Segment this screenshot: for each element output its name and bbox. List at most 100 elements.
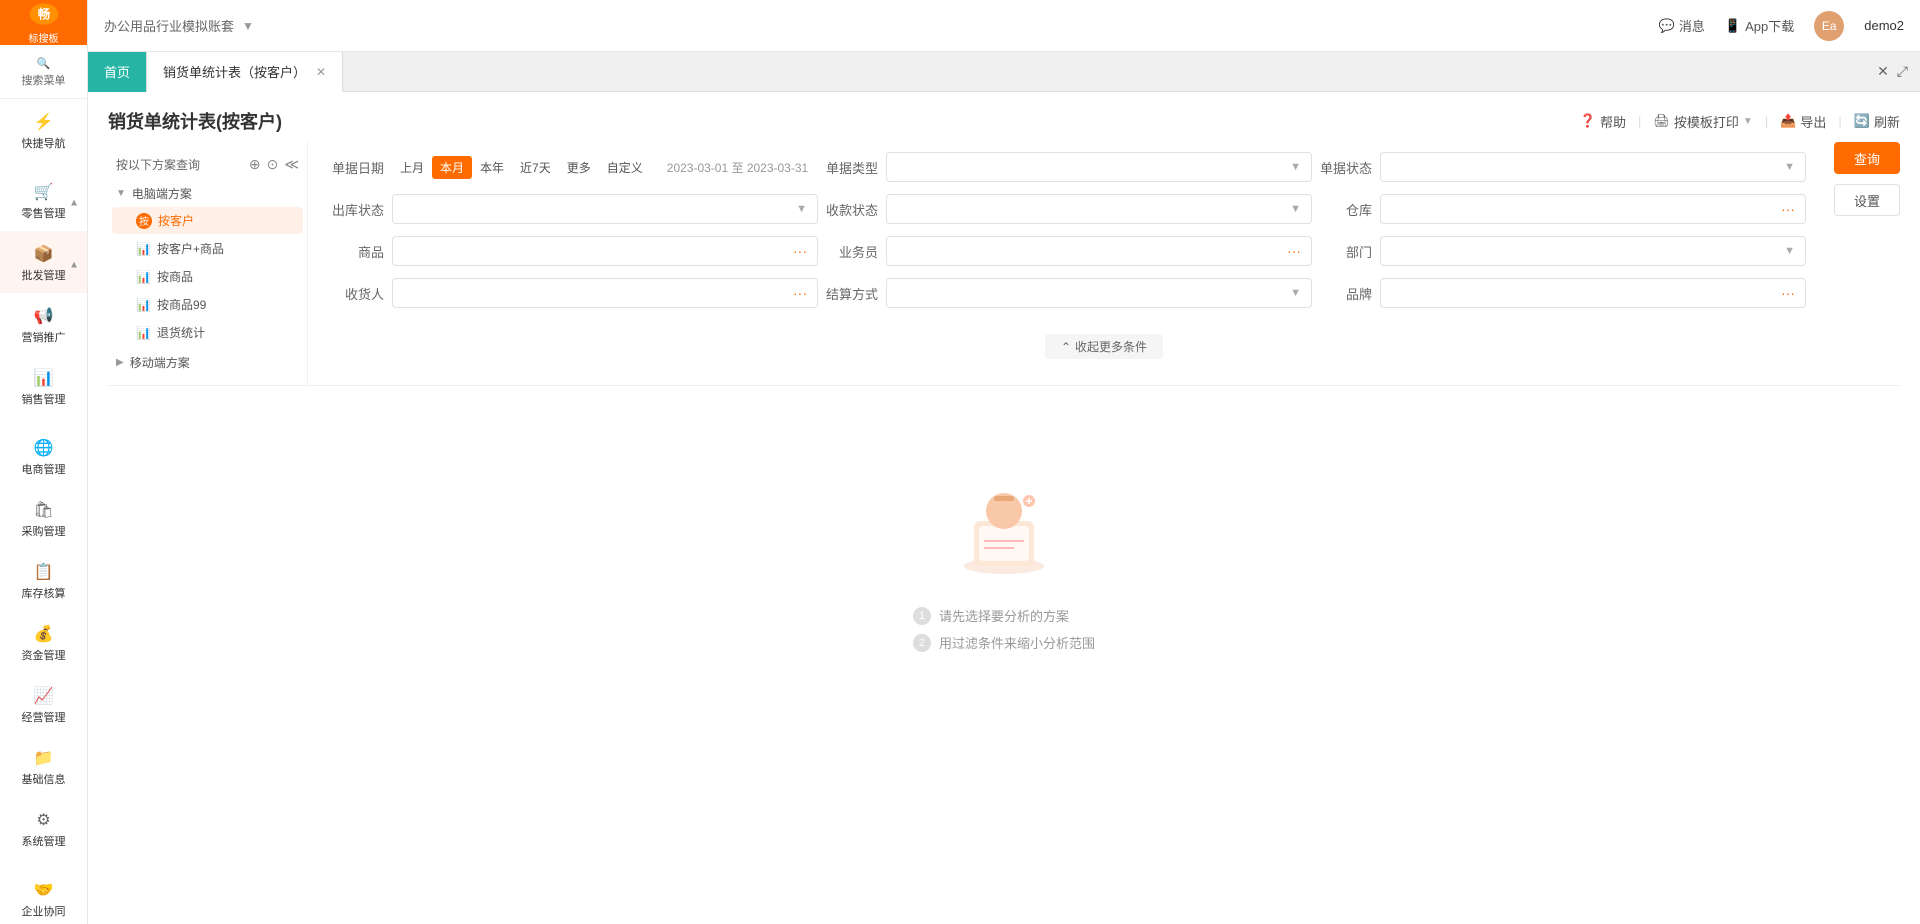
warehouse-wrapper: ···: [1380, 194, 1806, 224]
message-icon: 💬: [1659, 18, 1675, 34]
sidebar-item-enterprise[interactable]: 🤝 企业协同: [0, 867, 87, 924]
app-title: 办公用品行业模拟账套: [104, 16, 234, 35]
scheme-item-return-stats[interactable]: 📊 退货统计: [112, 319, 303, 346]
user-avatar[interactable]: Ea: [1814, 11, 1844, 41]
settlement-select[interactable]: ▼: [886, 278, 1312, 308]
message-btn[interactable]: 💬 消息: [1659, 16, 1705, 35]
close-window-icon[interactable]: ✕: [1877, 63, 1889, 80]
sidebar-item-sales[interactable]: 📊 销售管理: [0, 355, 87, 417]
department-select[interactable]: ▼: [1380, 236, 1806, 266]
header-right: 💬 消息 📱 App下载 Ea demo2: [1659, 11, 1904, 41]
salesperson-dots[interactable]: ···: [1287, 243, 1301, 259]
sidebar-item-retail[interactable]: 🛒 零售管理 ▲: [0, 169, 87, 231]
scheme-item-by-customer[interactable]: 按 按客户: [112, 207, 303, 234]
order-status-label: 单据状态: [1312, 158, 1380, 177]
scheme-item-by-product-99[interactable]: 📊 按商品99: [112, 291, 303, 318]
template-print-label: 按模板打印: [1674, 112, 1739, 131]
collapse-up-icon: ⌃: [1061, 340, 1071, 354]
sidebar: 畅 标搜板 🔍 搜索菜单 ⚡ 快捷导航 🛒 零售管理 ▲ 📦 批发管理 ▲ 📢 …: [0, 0, 88, 924]
payment-status-arrow: ▼: [1290, 203, 1301, 215]
ecommerce-icon: 🌐: [34, 438, 54, 458]
brand-dots[interactable]: ···: [1781, 285, 1795, 301]
tab-sales-stats[interactable]: 销货单统计表（按客户） ✕: [147, 52, 343, 92]
date-btn-more[interactable]: 更多: [559, 156, 599, 179]
warehouse-select[interactable]: ···: [1380, 194, 1806, 224]
brand-wrapper: ···: [1380, 278, 1806, 308]
scheme-settings-icon[interactable]: ⊙: [267, 156, 279, 173]
app-dropdown-icon[interactable]: ▼: [242, 19, 254, 33]
date-btn-this-year[interactable]: 本年: [472, 156, 512, 179]
product-select[interactable]: ···: [392, 236, 818, 266]
sidebar-item-operations[interactable]: 📈 经营管理: [0, 673, 87, 735]
date-btn-last-month[interactable]: 上月: [392, 156, 432, 179]
tab-close-icon[interactable]: ✕: [316, 65, 326, 79]
export-btn[interactable]: 📤 导出: [1780, 112, 1826, 131]
divider-3: |: [1838, 114, 1841, 129]
consignee-wrapper: ···: [392, 278, 818, 308]
date-btn-this-month[interactable]: 本月: [432, 156, 472, 179]
sidebar-item-basic[interactable]: 📁 基础信息: [0, 735, 87, 797]
marketing-icon: 📢: [34, 306, 54, 326]
product-dots[interactable]: ···: [793, 243, 807, 259]
date-btn-7days[interactable]: 近7天: [512, 156, 559, 179]
main-area: 办公用品行业模拟账套 ▼ 💬 消息 📱 App下载 Ea demo2 首页 销货…: [88, 0, 1920, 924]
sidebar-search-item[interactable]: 🔍 搜索菜单: [0, 45, 87, 99]
sidebar-retail-label: 零售管理: [22, 205, 66, 221]
help-btn[interactable]: ❓ 帮助: [1580, 112, 1626, 131]
settlement-wrapper: ▼: [886, 278, 1312, 308]
sidebar-purchase-label: 采购管理: [22, 523, 66, 539]
settings-button[interactable]: 设置: [1834, 184, 1900, 216]
brand-select[interactable]: ···: [1380, 278, 1806, 308]
date-range: 2023-03-01 至 2023-03-31: [667, 159, 808, 176]
sidebar-item-shortcut[interactable]: ⚡ 快捷导航: [0, 99, 87, 161]
scheme-group-mobile-header[interactable]: ▶ 移动端方案: [108, 350, 307, 375]
scheme-item-by-customer-product[interactable]: 📊 按客户+商品: [112, 235, 303, 262]
sidebar-item-system[interactable]: ⚙ 系统管理: [0, 797, 87, 859]
consignee-dots[interactable]: ···: [793, 285, 807, 301]
filter-row-2: 出库状态 ▼ 收款状态 ▼: [324, 194, 1806, 224]
sidebar-item-ecommerce[interactable]: 🌐 电商管理: [0, 425, 87, 487]
scheme-add-icon[interactable]: ⊕: [249, 156, 261, 173]
settlement-arrow: ▼: [1290, 287, 1301, 299]
sidebar-item-inventory[interactable]: 📋 库存核算: [0, 549, 87, 611]
sidebar-item-purchase[interactable]: 🛍 采购管理: [0, 487, 87, 549]
sidebar-item-finance[interactable]: 💰 资金管理: [0, 611, 87, 673]
maximize-icon[interactable]: ⤢: [1897, 63, 1908, 80]
consignee-select[interactable]: ···: [392, 278, 818, 308]
collapse-button[interactable]: ⌃ 收起更多条件: [1045, 334, 1163, 359]
out-status-select[interactable]: ▼: [392, 194, 818, 224]
order-status-select[interactable]: ▼: [1380, 152, 1806, 182]
sidebar-shortcut-label: 快捷导航: [22, 135, 66, 151]
search-icon: 🔍: [37, 57, 51, 70]
order-type-select[interactable]: ▼: [886, 152, 1312, 182]
sidebar-marketing-label: 营销推广: [22, 329, 66, 345]
query-button[interactable]: 查询: [1834, 142, 1900, 174]
user-name[interactable]: demo2: [1864, 18, 1904, 33]
sales-stats-tab-label: 销货单统计表（按客户）: [163, 62, 306, 81]
avatar-image: Ea: [1822, 19, 1837, 33]
sidebar-item-marketing[interactable]: 📢 营销推广: [0, 293, 87, 355]
collapse-label: 收起更多条件: [1075, 338, 1147, 355]
filter-right-panel: 单据日期 上月 本月 本年 近7天 更多 自定义 20: [308, 142, 1900, 385]
scheme-item-by-product[interactable]: 📊 按商品: [112, 263, 303, 290]
top-header: 办公用品行业模拟账套 ▼ 💬 消息 📱 App下载 Ea demo2: [88, 0, 1920, 52]
date-btn-custom[interactable]: 自定义: [599, 156, 651, 179]
template-print-btn[interactable]: 🖨 按模板打印 ▼: [1653, 112, 1752, 131]
warehouse-dots[interactable]: ···: [1781, 201, 1795, 217]
refresh-btn[interactable]: 🔄 刷新: [1854, 112, 1900, 131]
empty-illustration: [944, 466, 1064, 586]
desktop-group-arrow: ▼: [116, 188, 126, 199]
sidebar-logo[interactable]: 畅 标搜板: [0, 0, 88, 45]
print-icon: 🖨: [1653, 113, 1670, 129]
scheme-group-desktop-header[interactable]: ▼ 电脑端方案: [108, 181, 307, 206]
out-status-arrow: ▼: [796, 203, 807, 215]
scheme-return-stats-label: 退货统计: [157, 324, 205, 341]
payment-status-select[interactable]: ▼: [886, 194, 1312, 224]
scheme-collapse-icon[interactable]: ≪: [284, 156, 299, 173]
sidebar-item-wholesale[interactable]: 📦 批发管理 ▲: [0, 231, 87, 293]
sidebar-system-label: 系统管理: [22, 833, 66, 849]
app-download-btn[interactable]: 📱 App下载: [1725, 16, 1794, 35]
tab-home[interactable]: 首页: [88, 52, 147, 92]
salesperson-select[interactable]: ···: [886, 236, 1312, 266]
tab-actions: ✕ ⤢: [1865, 63, 1920, 80]
